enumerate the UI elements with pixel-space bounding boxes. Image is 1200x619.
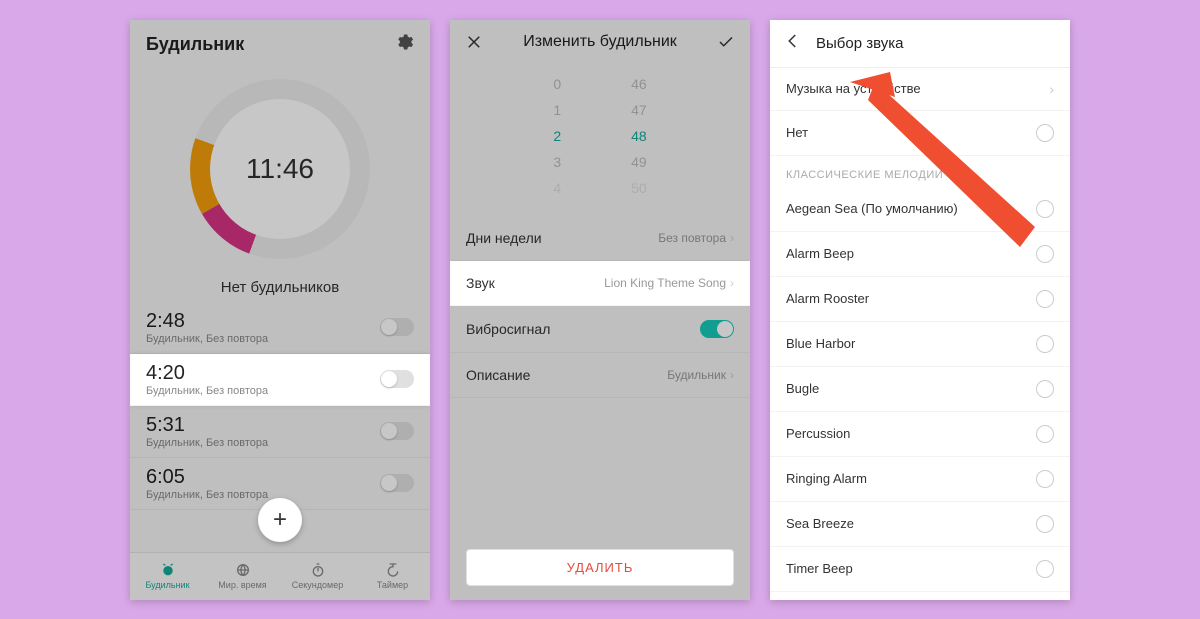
alarm-time: 5:31 [146, 414, 268, 437]
alarm-sub: Будильник, Без повтора [146, 437, 268, 449]
minute-column[interactable]: 46 47 48 49 50 [631, 76, 647, 196]
screen-sound-select: Выбор звука Музыка на устройстве › Нет К… [770, 20, 1070, 600]
page-title: Выбор звука [816, 35, 903, 52]
melody-row[interactable]: Bugle [770, 367, 1070, 412]
alarm-sub: Будильник, Без повтора [146, 385, 268, 397]
row-description[interactable]: Описание Будильник› [450, 353, 750, 398]
header: Выбор звука [770, 20, 1070, 68]
radio-icon[interactable] [1036, 425, 1054, 443]
hour-column[interactable]: 0 1 2 3 4 [553, 76, 561, 196]
alarm-row[interactable]: 5:31 Будильник, Без повтора [130, 406, 430, 458]
nav-alarm[interactable]: Будильник [130, 553, 205, 600]
row-none[interactable]: Нет [770, 111, 1070, 156]
alarm-toggle[interactable] [380, 422, 414, 440]
no-alarms-label: Нет будильников [130, 259, 430, 302]
melody-row[interactable]: Aegean Sea (По умолчанию) [770, 187, 1070, 232]
close-icon[interactable] [464, 32, 484, 52]
radio-icon[interactable] [1036, 335, 1054, 353]
section-header: КЛАССИЧЕСКИЕ МЕЛОДИИ [770, 156, 1070, 187]
melody-row[interactable]: Blue Harbor [770, 322, 1070, 367]
radio-icon[interactable] [1036, 124, 1054, 142]
melody-row[interactable]: Percussion [770, 412, 1070, 457]
melody-row[interactable]: Wind Rises [770, 592, 1070, 600]
alarm-row[interactable]: 2:48 Будильник, Без повтора [130, 302, 430, 354]
radio-icon[interactable] [1036, 380, 1054, 398]
radio-icon[interactable] [1036, 290, 1054, 308]
melody-row[interactable]: Ringing Alarm [770, 457, 1070, 502]
nav-world[interactable]: Мир. время [205, 553, 280, 600]
page-title: Будильник [146, 34, 244, 55]
header: Будильник [130, 20, 430, 69]
screen-edit-alarm: Изменить будильник 0 1 2 3 4 46 47 48 49… [450, 20, 750, 600]
alarm-time: 4:20 [146, 362, 268, 385]
bottom-nav: Будильник Мир. время Секундомер Таймер [130, 552, 430, 600]
vibro-toggle[interactable] [700, 320, 734, 338]
delete-button[interactable]: УДАЛИТЬ [466, 549, 734, 586]
alarm-toggle[interactable] [380, 474, 414, 492]
chevron-right-icon: › [730, 276, 734, 290]
nav-label: Будильник [145, 580, 189, 590]
radio-icon[interactable] [1036, 560, 1054, 578]
row-sound[interactable]: Звук Lion King Theme Song› [450, 261, 750, 306]
radio-icon[interactable] [1036, 515, 1054, 533]
page-title: Изменить будильник [523, 33, 677, 51]
nav-label: Секундомер [292, 580, 343, 590]
row-days[interactable]: Дни недели Без повтора› [450, 216, 750, 261]
chevron-right-icon: › [730, 231, 734, 245]
row-music-on-device[interactable]: Музыка на устройстве › [770, 68, 1070, 111]
add-alarm-button[interactable]: + [258, 498, 302, 542]
time-picker[interactable]: 0 1 2 3 4 46 47 48 49 50 [450, 64, 750, 216]
alarm-sub: Будильник, Без повтора [146, 489, 268, 501]
check-icon[interactable] [716, 32, 736, 52]
alarm-row[interactable]: 4:20 Будильник, Без повтора [130, 354, 430, 406]
alarm-toggle[interactable] [380, 370, 414, 388]
melody-row[interactable]: Alarm Rooster [770, 277, 1070, 322]
gear-icon[interactable] [394, 32, 414, 57]
chevron-right-icon: › [1049, 81, 1054, 97]
screen-alarm-list: Будильник 11:46 Нет будильников 2:48 Буд… [130, 20, 430, 600]
radio-icon[interactable] [1036, 470, 1054, 488]
alarm-toggle[interactable] [380, 318, 414, 336]
melody-row[interactable]: Timer Beep [770, 547, 1070, 592]
nav-label: Мир. время [218, 580, 266, 590]
header: Изменить будильник [450, 20, 750, 64]
alarm-time: 2:48 [146, 310, 268, 333]
alarm-time: 6:05 [146, 466, 268, 489]
radio-icon[interactable] [1036, 245, 1054, 263]
settings-list: Дни недели Без повтора› Звук Lion King T… [450, 216, 750, 398]
back-icon[interactable] [784, 32, 802, 55]
clock-ring: 11:46 [130, 69, 430, 259]
chevron-right-icon: › [730, 368, 734, 382]
row-vibro[interactable]: Вибросигнал [450, 306, 750, 353]
nav-timer[interactable]: Таймер [355, 553, 430, 600]
alarm-sub: Будильник, Без повтора [146, 333, 268, 345]
current-time: 11:46 [246, 153, 314, 185]
radio-icon[interactable] [1036, 200, 1054, 218]
melody-row[interactable]: Sea Breeze [770, 502, 1070, 547]
nav-label: Таймер [377, 580, 408, 590]
melody-row[interactable]: Alarm Beep [770, 232, 1070, 277]
nav-stopwatch[interactable]: Секундомер [280, 553, 355, 600]
